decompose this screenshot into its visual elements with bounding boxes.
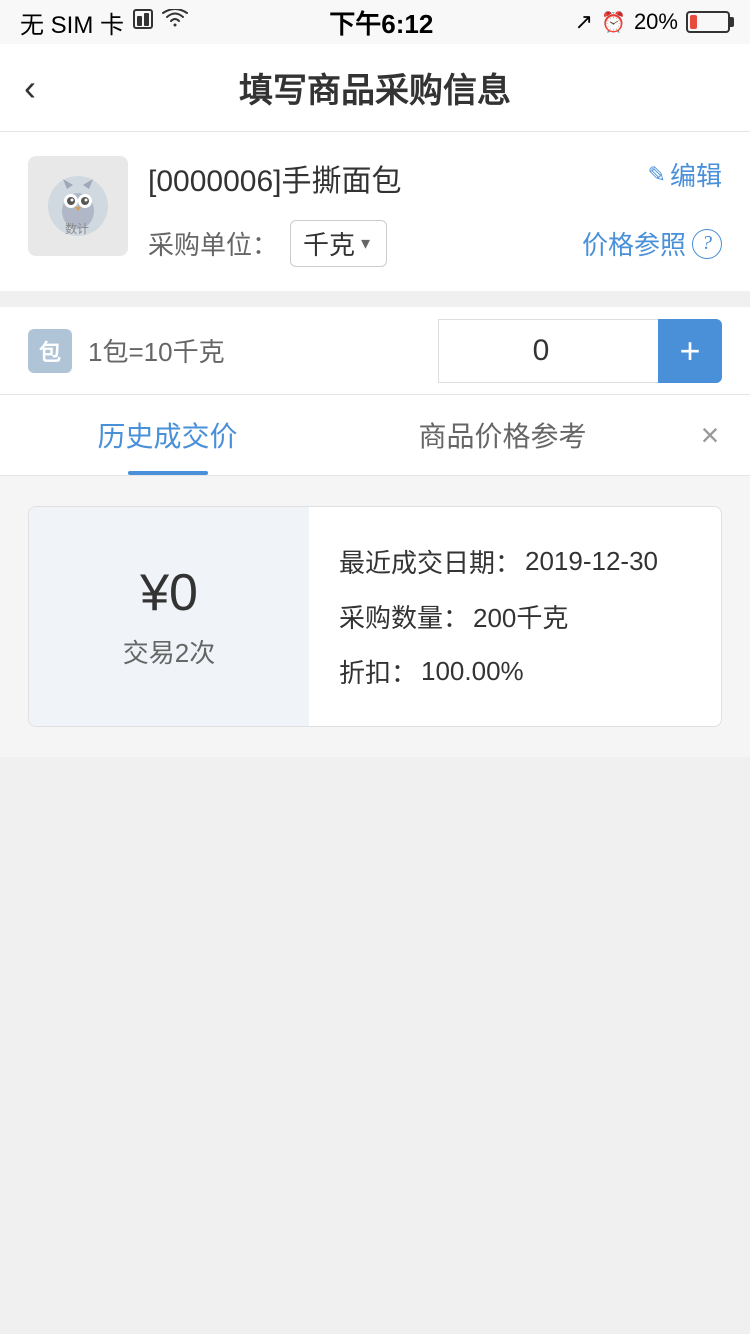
tab-underline	[128, 471, 208, 475]
nav-bar: ‹ 填写商品采购信息	[0, 44, 750, 132]
tabs-header: 历史成交价 商品价格参考 ×	[0, 395, 750, 476]
bag-ratio-label: 1包=10千克	[88, 332, 225, 369]
tabs-container: 历史成交价 商品价格参考 × ¥0 交易2次 最近成交日期： 2019-12-3…	[0, 395, 750, 757]
recent-date-value: 2019-12-30	[525, 546, 658, 577]
purchase-qty-row: 采购数量： 200千克	[339, 598, 691, 635]
wifi-icon	[162, 8, 188, 36]
back-button[interactable]: ‹	[24, 67, 36, 109]
tab-close-button[interactable]: ×	[670, 395, 750, 475]
status-left: 无 SIM 卡	[20, 5, 188, 40]
help-icon[interactable]: ?	[692, 229, 722, 259]
transaction-details-panel: 最近成交日期： 2019-12-30 采购数量： 200千克 折扣： 100.0…	[309, 507, 721, 726]
bag-icon: 包	[28, 329, 72, 373]
price-reference-label: 价格参照	[582, 225, 686, 262]
status-bar: 无 SIM 卡 下午6:12 ↗ ⏰ 20%	[0, 0, 750, 44]
product-info: [0000006]手撕面包 ✎ 编辑 采购单位： 千克 ▾ 价格参照 ?	[148, 156, 722, 267]
tab-history-price[interactable]: 历史成交价	[0, 395, 335, 475]
edit-button[interactable]: ✎ 编辑	[648, 156, 722, 193]
price-reference-button[interactable]: 价格参照 ?	[582, 225, 722, 262]
transaction-price-panel: ¥0 交易2次	[29, 507, 309, 726]
transaction-count: 交易2次	[123, 633, 215, 670]
transaction-price-display: ¥0	[140, 563, 198, 623]
purchase-qty-label: 采购数量：	[339, 598, 469, 635]
page-title: 填写商品采购信息	[239, 63, 511, 112]
transaction-card: ¥0 交易2次 最近成交日期： 2019-12-30 采购数量： 200千克 折…	[28, 506, 722, 727]
quantity-row: 包 1包=10千克 +	[0, 307, 750, 395]
battery-percent: 20%	[634, 9, 678, 35]
tab-product-price-ref-label: 商品价格参考	[418, 415, 586, 455]
location-icon: ↗	[575, 9, 593, 35]
purchase-qty-value: 200千克	[473, 598, 568, 635]
dropdown-arrow-icon: ▾	[361, 233, 370, 254]
carrier-label: 无 SIM 卡	[20, 5, 124, 40]
quantity-plus-button[interactable]: +	[658, 319, 722, 383]
recent-date-row: 最近成交日期： 2019-12-30	[339, 543, 691, 580]
product-image: 数计	[28, 156, 128, 256]
unit-label: 采购单位：	[148, 225, 278, 262]
svg-text:数计: 数计	[65, 221, 89, 236]
tab-content: ¥0 交易2次 最近成交日期： 2019-12-30 采购数量： 200千克 折…	[0, 476, 750, 757]
unit-value: 千克	[303, 225, 355, 262]
tab-product-price-ref[interactable]: 商品价格参考	[335, 395, 670, 475]
tab-history-price-label: 历史成交价	[97, 415, 237, 455]
sim-icon	[132, 8, 154, 37]
currency-symbol: ¥	[140, 564, 169, 622]
unit-dropdown[interactable]: 千克 ▾	[290, 220, 387, 267]
discount-row: 折扣： 100.00%	[339, 653, 691, 690]
alarm-icon: ⏰	[601, 10, 626, 35]
status-time: 下午6:12	[329, 4, 433, 41]
recent-date-label: 最近成交日期：	[339, 543, 521, 580]
product-name: [0000006]手撕面包	[148, 156, 648, 200]
product-card: 数计 [0000006]手撕面包 ✎ 编辑 采购单位： 千克 ▾ 价格参照 ?	[0, 132, 750, 291]
edit-icon: ✎	[648, 162, 666, 188]
product-logo: 数计	[43, 171, 113, 241]
battery-icon	[686, 11, 730, 33]
discount-label: 折扣：	[339, 653, 417, 690]
discount-value: 100.00%	[421, 656, 524, 687]
status-right: ↗ ⏰ 20%	[575, 9, 730, 35]
quantity-label-group: 包 1包=10千克	[28, 329, 225, 373]
section-divider	[0, 291, 750, 307]
quantity-input-group: +	[438, 319, 722, 383]
quantity-input[interactable]	[438, 319, 658, 383]
price-value: 0	[169, 564, 198, 622]
